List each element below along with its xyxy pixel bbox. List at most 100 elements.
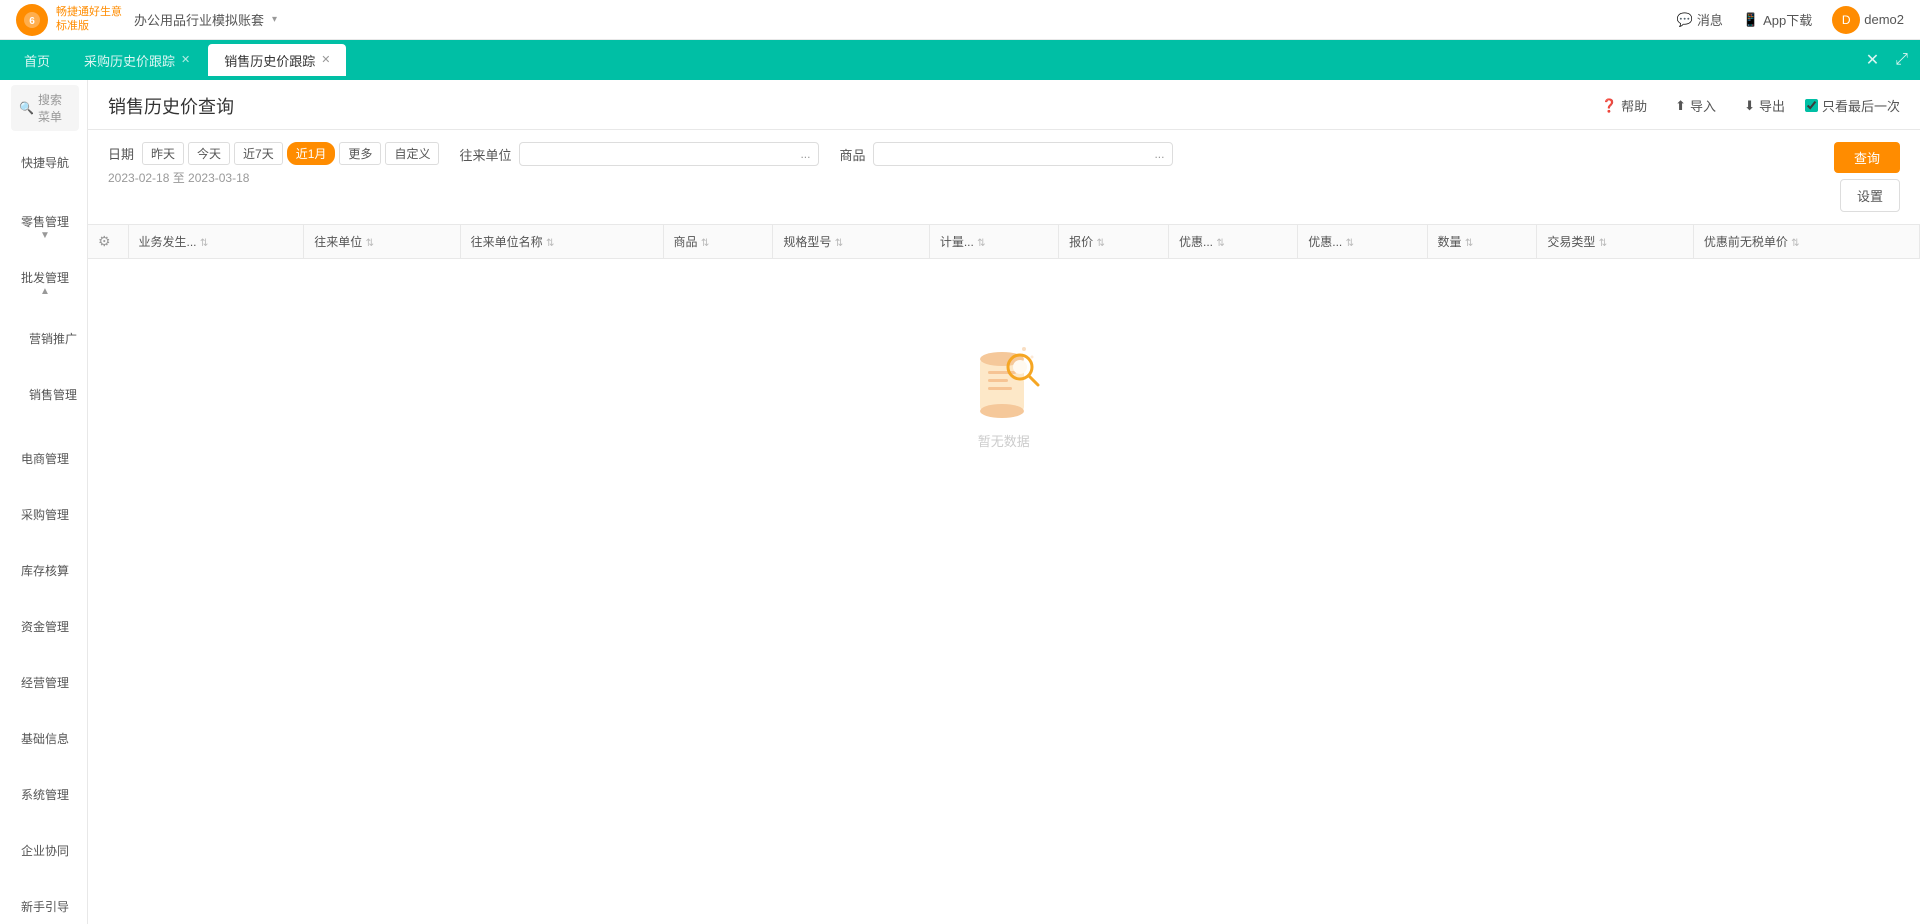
sort-partner-name-icon: ⇅: [546, 238, 554, 249]
filter-row: 日期 昨天 今天 近7天 近1月 更多 自定义 2023-02-18 至 202…: [108, 142, 1900, 212]
export-btn[interactable]: ⬇ 导出: [1736, 92, 1793, 119]
sidebar-item-inventory[interactable]: 库存核算: [0, 544, 87, 600]
sidebar-item-retail[interactable]: 零售管理 ▼: [0, 200, 87, 256]
message-icon: 💬: [1677, 12, 1693, 28]
sort-pre-tax-price-icon: ⇅: [1791, 238, 1799, 249]
close-all-tabs-btn[interactable]: ✕: [1862, 46, 1883, 74]
tab-sales-close-icon[interactable]: ✕: [321, 55, 330, 66]
dropdown-arrow-icon: ▾: [272, 14, 277, 25]
goods-filter-group: 商品 ...: [839, 142, 1173, 166]
only-last-checkbox[interactable]: [1805, 99, 1818, 112]
goods-input[interactable]: ...: [873, 142, 1173, 166]
partner-filter-group: 往来单位 ...: [459, 142, 819, 166]
th-goods[interactable]: 商品 ⇅: [663, 225, 773, 259]
help-icon: ❓: [1601, 98, 1617, 114]
sidebar-item-operations[interactable]: 经营管理: [0, 656, 87, 712]
th-trade-type[interactable]: 交易类型 ⇅: [1537, 225, 1693, 259]
sidebar-item-newbie[interactable]: 新手引导: [0, 880, 87, 924]
th-spec[interactable]: 规格型号 ⇅: [773, 225, 929, 259]
tab-home[interactable]: 首页: [8, 44, 66, 76]
page-toolbar: ❓ 帮助 ⬆ 导入 ⬇ 导出 只看最后一次: [1593, 92, 1900, 129]
empty-illustration: [964, 339, 1044, 419]
sidebar-item-marketing[interactable]: 营销推广: [0, 312, 87, 368]
date-btns: 昨天 今天 近7天 近1月 更多 自定义: [142, 142, 439, 165]
th-unit[interactable]: 计量... ⇅: [929, 225, 1058, 259]
date-btn-7days[interactable]: 近7天: [234, 142, 283, 165]
partner-input[interactable]: ...: [519, 142, 819, 166]
sort-goods-icon: ⇅: [701, 238, 709, 249]
app-download-btn[interactable]: 📱 App下载: [1743, 10, 1812, 29]
table-settings-icon[interactable]: ⚙: [98, 233, 111, 249]
filter-settings-button[interactable]: 设置: [1840, 179, 1900, 212]
user-menu-btn[interactable]: D demo2: [1832, 6, 1904, 34]
message-btn[interactable]: 💬 消息: [1677, 10, 1723, 29]
th-partner-name[interactable]: 往来单位名称 ⇅: [460, 225, 663, 259]
logo: 6 畅捷通好生意 标准版: [16, 4, 122, 36]
sort-partner-code-icon: ⇅: [366, 238, 374, 249]
tab-sales-history[interactable]: 销售历史价跟踪 ✕: [208, 44, 346, 76]
th-biz-date[interactable]: 业务发生... ⇅: [128, 225, 304, 259]
sidebar-item-basic-info[interactable]: 基础信息: [0, 712, 87, 768]
retail-arrow-icon: ▼: [40, 230, 50, 241]
date-btn-yesterday[interactable]: 昨天: [142, 142, 184, 165]
empty-text: 暂无数据: [978, 431, 1030, 450]
tab-bar: 首页 采购历史价跟踪 ✕ 销售历史价跟踪 ✕ ✕ ⤢: [0, 40, 1920, 80]
sidebar-item-enterprise-collab[interactable]: 企业协同: [0, 824, 87, 880]
table-container: ⚙ 业务发生... ⇅ 往来单位 ⇅ 往来单位名称 ⇅: [88, 225, 1920, 924]
tab-purchase-history[interactable]: 采购历史价跟踪 ✕: [68, 44, 206, 76]
empty-row: 暂无数据: [88, 259, 1920, 531]
empty-state: 暂无数据: [88, 259, 1920, 530]
top-bar: 6 畅捷通好生意 标准版 办公用品行业模拟账套 ▾ 💬 消息 📱 App下载 D…: [0, 0, 1920, 40]
sort-discount2-icon: ⇅: [1346, 238, 1354, 249]
sidebar-item-system[interactable]: 系统管理: [0, 768, 87, 824]
date-range-display: 2023-02-18 至 2023-03-18: [108, 169, 439, 186]
date-btn-today[interactable]: 今天: [188, 142, 230, 165]
th-discount2[interactable]: 优惠... ⇅: [1298, 225, 1427, 259]
table-header-row: ⚙ 业务发生... ⇅ 往来单位 ⇅ 往来单位名称 ⇅: [88, 225, 1920, 259]
import-icon: ⬆: [1675, 98, 1686, 114]
date-btn-1month[interactable]: 近1月: [287, 142, 336, 165]
logo-text: 畅捷通好生意 标准版: [56, 6, 122, 32]
tab-purchase-close-icon[interactable]: ✕: [181, 55, 190, 66]
svg-text:6: 6: [29, 16, 35, 27]
sidebar-item-finance[interactable]: 资金管理: [0, 600, 87, 656]
sidebar-item-wholesale[interactable]: 批发管理 ▲: [0, 256, 87, 312]
sort-unit-icon: ⇅: [977, 238, 985, 249]
wholesale-arrow-icon: ▲: [40, 286, 50, 297]
search-icon: 🔍: [19, 101, 34, 115]
filter-bar: 日期 昨天 今天 近7天 近1月 更多 自定义 2023-02-18 至 202…: [88, 130, 1920, 225]
sidebar-item-sales-mgmt[interactable]: 销售管理: [0, 368, 87, 424]
only-last-checkbox-group[interactable]: 只看最后一次: [1805, 96, 1900, 115]
data-table: ⚙ 业务发生... ⇅ 往来单位 ⇅ 往来单位名称 ⇅: [88, 225, 1920, 530]
sidebar: 🔍 搜索菜单 快捷导航 零售管理 ▼ 批发管理 ▲ 营销推广 销售管理 电商管理…: [0, 80, 88, 924]
th-quantity[interactable]: 数量 ⇅: [1427, 225, 1537, 259]
sidebar-item-search[interactable]: 🔍 搜索菜单: [0, 80, 87, 136]
logo-icon: 6: [16, 4, 48, 36]
sort-quote-icon: ⇅: [1096, 238, 1104, 249]
sidebar-item-ecommerce[interactable]: 电商管理: [0, 432, 87, 488]
content-area: 销售历史价查询 ❓ 帮助 ⬆ 导入 ⬇ 导出: [88, 80, 1920, 924]
company-dropdown[interactable]: 办公用品行业模拟账套 ▾: [122, 10, 1677, 29]
sort-discount1-icon: ⇅: [1216, 238, 1224, 249]
th-partner-code[interactable]: 往来单位 ⇅: [304, 225, 460, 259]
sort-trade-type-icon: ⇅: [1599, 238, 1607, 249]
date-btn-more[interactable]: 更多: [339, 142, 381, 165]
goods-filter-col: 商品 ...: [839, 142, 1173, 166]
page-title: 销售历史价查询: [108, 93, 234, 119]
download-icon: 📱: [1743, 12, 1759, 28]
th-pre-tax-price[interactable]: 优惠前无税单价 ⇅: [1693, 225, 1919, 259]
th-discount1[interactable]: 优惠... ⇅: [1168, 225, 1297, 259]
help-btn[interactable]: ❓ 帮助: [1593, 92, 1655, 119]
sidebar-item-purchase[interactable]: 采购管理: [0, 488, 87, 544]
main-layout: 🔍 搜索菜单 快捷导航 零售管理 ▼ 批发管理 ▲ 营销推广 销售管理 电商管理…: [0, 80, 1920, 924]
tab-bar-actions: ✕ ⤢: [1862, 46, 1912, 74]
th-quote[interactable]: 报价 ⇅: [1059, 225, 1169, 259]
date-filter-col: 日期 昨天 今天 近7天 近1月 更多 自定义 2023-02-18 至 202…: [108, 142, 439, 186]
query-button[interactable]: 查询: [1834, 142, 1900, 173]
import-btn[interactable]: ⬆ 导入: [1667, 92, 1724, 119]
page-header: 销售历史价查询 ❓ 帮助 ⬆ 导入 ⬇ 导出: [88, 80, 1920, 130]
expand-tab-btn[interactable]: ⤢: [1891, 47, 1912, 73]
sidebar-item-quick-nav[interactable]: 快捷导航: [0, 136, 87, 192]
date-btn-custom[interactable]: 自定义: [385, 142, 439, 165]
export-icon: ⬇: [1744, 98, 1755, 114]
